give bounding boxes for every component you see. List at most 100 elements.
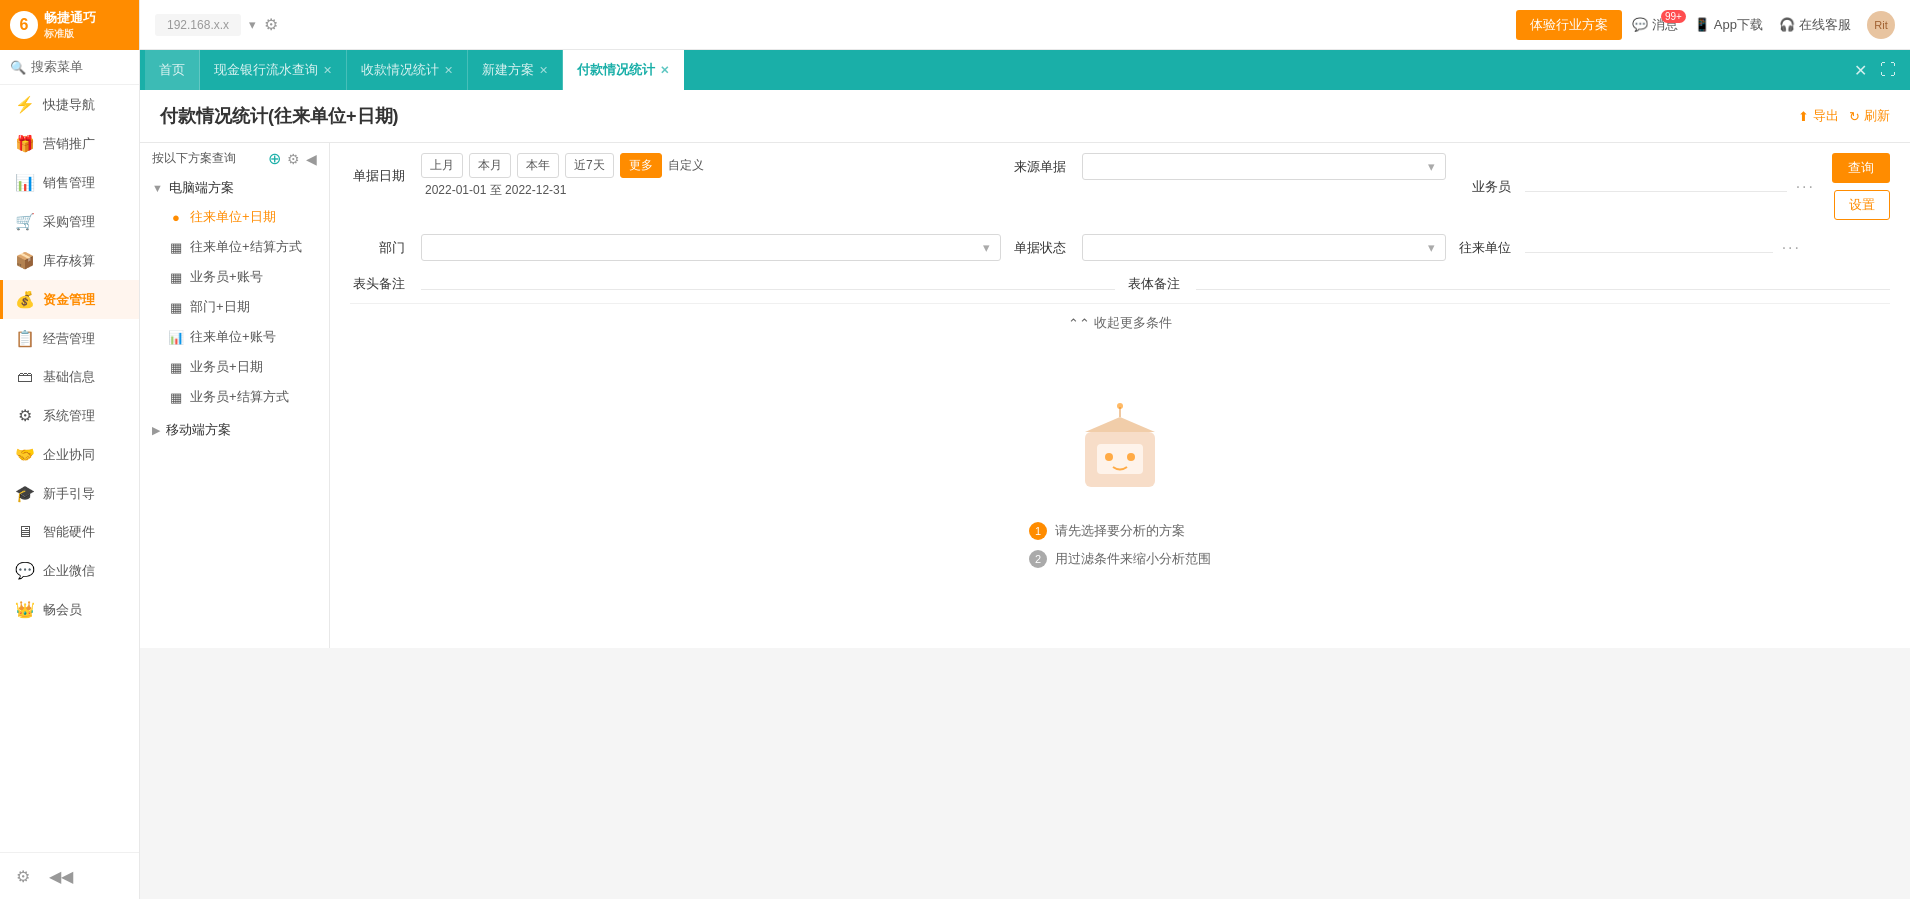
dept-select[interactable]: ▾ bbox=[421, 234, 1001, 261]
dropdown-arrow-icon[interactable]: ▾ bbox=[249, 17, 256, 32]
date-btn-this-year[interactable]: 本年 bbox=[517, 153, 559, 178]
dept-label: 部门 bbox=[350, 239, 415, 257]
date-range-display: 2022-01-01 至 2022-12-31 bbox=[425, 182, 704, 199]
online-service-btn[interactable]: 🎧 在线客服 bbox=[1779, 16, 1851, 34]
messages-btn[interactable]: 💬 消息 99+ bbox=[1632, 16, 1678, 34]
date-btn-more[interactable]: 更多 bbox=[620, 153, 662, 178]
tab-close-all-btn[interactable]: ✕ bbox=[1850, 57, 1871, 84]
sidebar-item-guide[interactable]: 🎓 新手引导 bbox=[0, 474, 139, 513]
svg-point-2 bbox=[1105, 453, 1113, 461]
tab-close-payment-stats[interactable]: ✕ bbox=[660, 64, 669, 77]
scheme-icon-4: ▦ bbox=[168, 300, 184, 315]
sidebar-item-wechat[interactable]: 💬 企业微信 bbox=[0, 551, 139, 590]
topbar-right: 💬 消息 99+ 📱 App下载 🎧 在线客服 Rit bbox=[1632, 11, 1895, 39]
topbar-gear-icon[interactable]: ⚙ bbox=[264, 15, 278, 34]
sales-icon: 📊 bbox=[15, 173, 35, 192]
sidebar-menu: ⚡ 快捷导航 🎁 营销推广 📊 销售管理 🛒 采购管理 📦 库存核算 💰 资金管… bbox=[0, 85, 139, 852]
collapse-btn[interactable]: ⌃⌃ 收起更多条件 bbox=[1068, 314, 1172, 332]
tab-close-new-plan[interactable]: ✕ bbox=[539, 64, 548, 77]
sidebar-item-operation[interactable]: 📋 经营管理 bbox=[0, 319, 139, 358]
scheme-icon-7: ▦ bbox=[168, 390, 184, 405]
source-select[interactable]: ▾ bbox=[1082, 153, 1445, 180]
cooperation-icon: 🤝 bbox=[15, 445, 35, 464]
doc-status-select[interactable]: ▾ bbox=[1082, 234, 1445, 261]
sidebar-settings-btn[interactable]: ⚙ bbox=[8, 861, 38, 891]
empty-state: 1 请先选择要分析的方案 2 用过滤条件来缩小分析范围 bbox=[350, 342, 1890, 638]
header-note-input[interactable] bbox=[421, 279, 1115, 290]
scheme-settings-btn[interactable]: ⚙ bbox=[287, 151, 300, 167]
main-content: 192.168.x.x ▾ ⚙ 体验行业方案 💬 消息 99+ 📱 App下载 … bbox=[140, 0, 1910, 899]
tab-receipt-stats[interactable]: 收款情况统计 ✕ bbox=[347, 50, 468, 90]
scheme-item-dept-date[interactable]: ▦ 部门+日期 bbox=[140, 292, 329, 322]
tab-close-receipt-stats[interactable]: ✕ bbox=[444, 64, 453, 77]
date-btn-group: 上月 本月 本年 近7天 更多 自定义 bbox=[421, 153, 704, 178]
scheme-item-unit-account[interactable]: 📊 往来单位+账号 bbox=[140, 322, 329, 352]
salesman-input[interactable] bbox=[1525, 181, 1787, 192]
sidebar-item-member[interactable]: 👑 畅会员 bbox=[0, 590, 139, 629]
scheme-group-desktop-header[interactable]: ▼ 电脑端方案 bbox=[140, 174, 329, 202]
scheme-panel: 按以下方案查询 ⊕ ⚙ ◀ ▼ 电脑端方案 ● 往来单位+日期 bbox=[140, 143, 330, 648]
export-btn[interactable]: ⬆ 导出 bbox=[1798, 107, 1839, 125]
content-area: 按以下方案查询 ⊕ ⚙ ◀ ▼ 电脑端方案 ● 往来单位+日期 bbox=[140, 143, 1910, 648]
refresh-icon: ↻ bbox=[1849, 109, 1860, 124]
sidebar-item-cooperation[interactable]: 🤝 企业协同 bbox=[0, 435, 139, 474]
tab-maximize-btn[interactable]: ⛶ bbox=[1876, 57, 1900, 83]
sidebar-item-marketing[interactable]: 🎁 营销推广 bbox=[0, 124, 139, 163]
quick-nav-icon: ⚡ bbox=[15, 95, 35, 114]
date-custom-label[interactable]: 自定义 bbox=[668, 157, 704, 174]
step-2-num: 2 bbox=[1029, 550, 1047, 568]
sidebar-collapse-btn[interactable]: ◀◀ bbox=[46, 861, 76, 891]
date-controls: 上月 本月 本年 近7天 更多 自定义 2022-01-01 至 2022-12… bbox=[421, 153, 704, 199]
scheme-group-desktop: ▼ 电脑端方案 ● 往来单位+日期 ▦ 往来单位+结算方式 ▦ 业务员+账号 bbox=[140, 174, 329, 412]
message-icon: 💬 bbox=[1632, 17, 1648, 32]
query-actions: 查询 设置 bbox=[1832, 153, 1890, 220]
tab-bank-flow[interactable]: 现金银行流水查询 ✕ bbox=[200, 50, 347, 90]
source-label: 来源单据 bbox=[1011, 158, 1076, 176]
tab-new-plan[interactable]: 新建方案 ✕ bbox=[468, 50, 563, 90]
salesman-label: 业务员 bbox=[1456, 178, 1521, 196]
sidebar-item-inventory[interactable]: 📦 库存核算 bbox=[0, 241, 139, 280]
sidebar-item-basic[interactable]: 🗃 基础信息 bbox=[0, 358, 139, 396]
scheme-panel-actions: ⊕ ⚙ ◀ bbox=[268, 149, 317, 168]
page-title: 付款情况统计(往来单位+日期) bbox=[160, 104, 399, 128]
scheme-add-btn[interactable]: ⊕ bbox=[268, 149, 281, 168]
refresh-btn[interactable]: ↻ 刷新 bbox=[1849, 107, 1890, 125]
sidebar-item-finance[interactable]: 💰 资金管理 bbox=[0, 280, 139, 319]
trial-btn[interactable]: 体验行业方案 bbox=[1516, 10, 1622, 40]
tab-home[interactable]: 首页 bbox=[145, 50, 200, 90]
filter-row-1: 单据日期 上月 本月 本年 近7天 更多 自定义 2022-01-01 至 20… bbox=[350, 153, 1890, 220]
sidebar-item-system[interactable]: ⚙ 系统管理 bbox=[0, 396, 139, 435]
logo-icon: 6 bbox=[10, 11, 38, 39]
scheme-item-unit-date[interactable]: ● 往来单位+日期 bbox=[140, 202, 329, 232]
sidebar-item-sales[interactable]: 📊 销售管理 bbox=[0, 163, 139, 202]
export-icon: ⬆ bbox=[1798, 109, 1809, 124]
salesman-more-icon[interactable]: ··· bbox=[1791, 178, 1820, 196]
search-menu[interactable]: 🔍 搜索菜单 bbox=[0, 50, 139, 85]
date-btn-this-month[interactable]: 本月 bbox=[469, 153, 511, 178]
user-avatar[interactable]: Rit bbox=[1867, 11, 1895, 39]
settings-btn[interactable]: 设置 bbox=[1834, 190, 1890, 220]
address-text: 192.168.x.x bbox=[155, 14, 241, 36]
date-btn-7days[interactable]: 近7天 bbox=[565, 153, 614, 178]
app-download-btn[interactable]: 📱 App下载 bbox=[1694, 16, 1763, 34]
tab-close-bank-flow[interactable]: ✕ bbox=[323, 64, 332, 77]
scheme-item-salesman-settle[interactable]: ▦ 业务员+结算方式 bbox=[140, 382, 329, 412]
tab-payment-stats[interactable]: 付款情况统计 ✕ bbox=[563, 50, 684, 90]
scheme-collapse-btn[interactable]: ◀ bbox=[306, 151, 317, 167]
page-header-actions: ⬆ 导出 ↻ 刷新 bbox=[1798, 107, 1890, 125]
related-unit-more-icon[interactable]: ··· bbox=[1777, 239, 1806, 257]
scheme-item-salesman-account[interactable]: ▦ 业务员+账号 bbox=[140, 262, 329, 292]
sidebar-item-purchase[interactable]: 🛒 采购管理 bbox=[0, 202, 139, 241]
filter-main: 单据日期 上月 本月 本年 近7天 更多 自定义 2022-01-01 至 20… bbox=[330, 143, 1910, 648]
scheme-item-unit-settle[interactable]: ▦ 往来单位+结算方式 bbox=[140, 232, 329, 262]
page-header: 付款情况统计(往来单位+日期) ⬆ 导出 ↻ 刷新 bbox=[140, 90, 1910, 143]
related-unit-input[interactable] bbox=[1525, 242, 1773, 253]
date-btn-last-month[interactable]: 上月 bbox=[421, 153, 463, 178]
scheme-group-mobile-header[interactable]: ▶ 移动端方案 bbox=[140, 416, 329, 444]
query-btn[interactable]: 查询 bbox=[1832, 153, 1890, 183]
sidebar-item-quick-nav[interactable]: ⚡ 快捷导航 bbox=[0, 85, 139, 124]
sidebar-item-hardware[interactable]: 🖥 智能硬件 bbox=[0, 513, 139, 551]
scheme-item-salesman-date[interactable]: ▦ 业务员+日期 bbox=[140, 352, 329, 382]
body-note-input[interactable] bbox=[1196, 279, 1890, 290]
tabs-end: ✕ ⛶ bbox=[1850, 57, 1905, 84]
